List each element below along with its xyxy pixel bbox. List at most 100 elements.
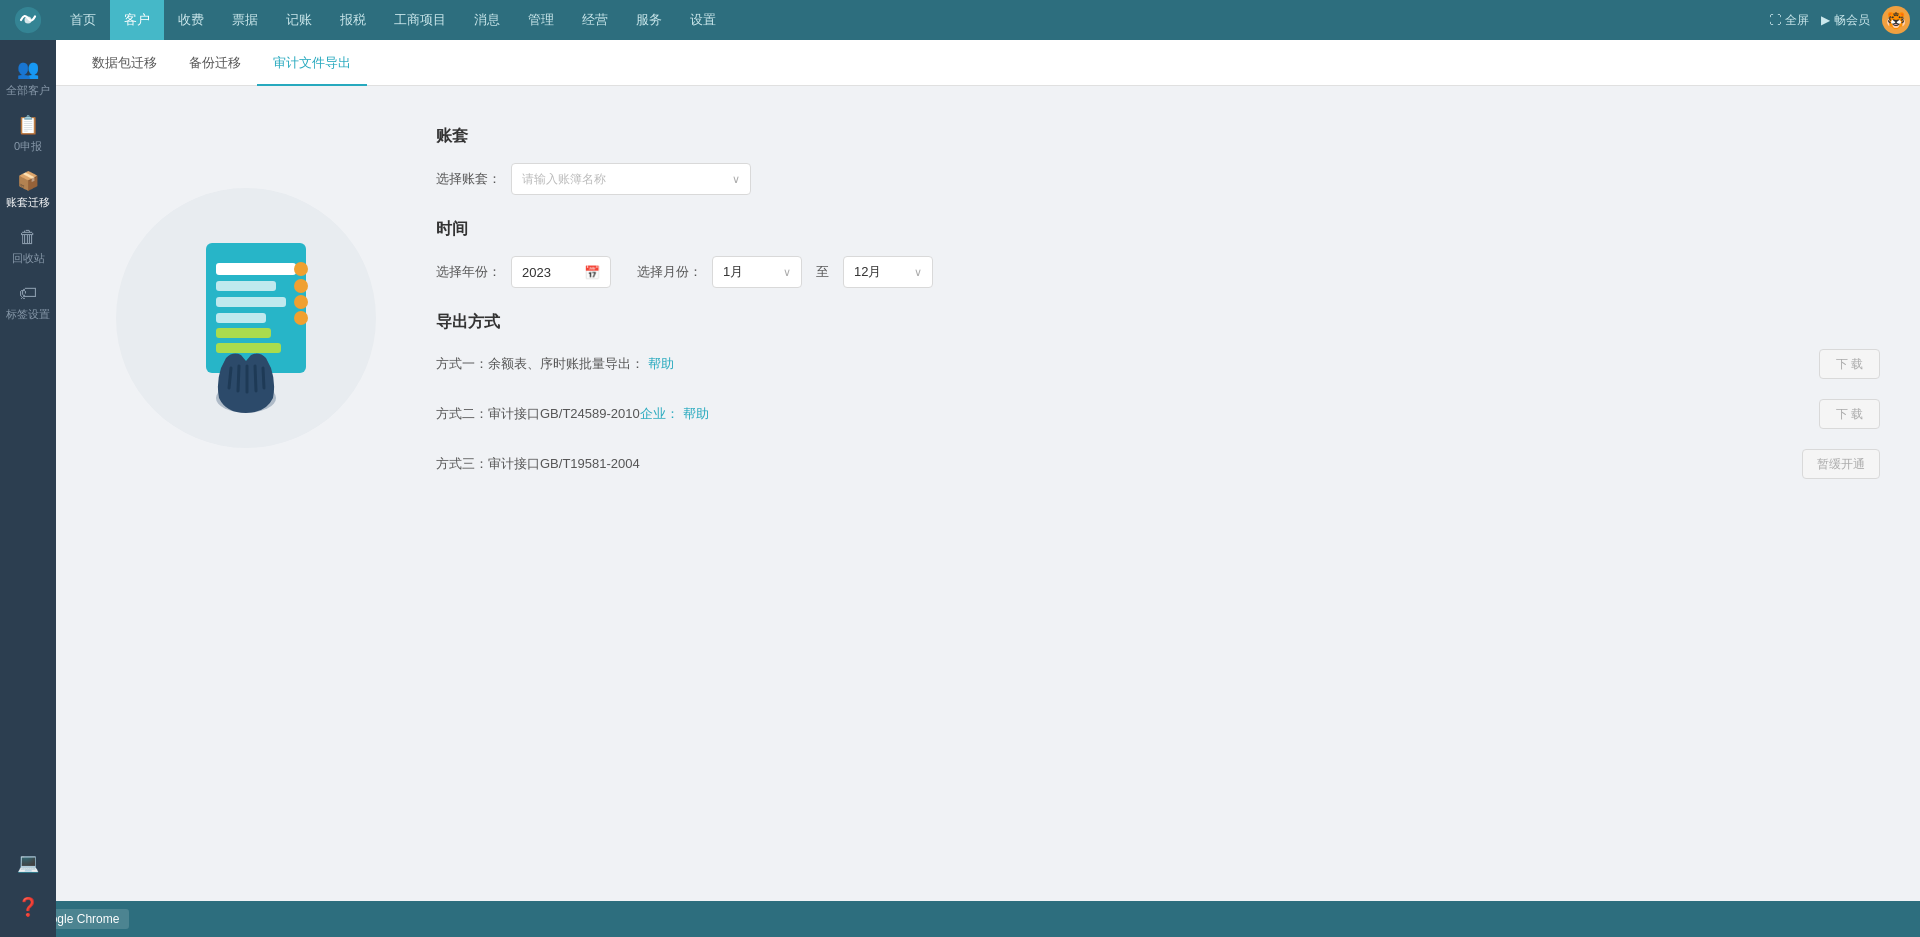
method-3-open-button[interactable]: 暂缓开通 xyxy=(1802,449,1880,479)
nav-billing[interactable]: 收费 xyxy=(164,0,218,40)
fullscreen-button[interactable]: ⛶ 全屏 xyxy=(1769,12,1809,29)
sidebar-label-recycle: 回收站 xyxy=(12,251,45,266)
sidebar-help-icon[interactable]: ❓ xyxy=(0,887,56,927)
year-input[interactable]: 2023 📅 xyxy=(511,256,611,288)
fullscreen-label: 全屏 xyxy=(1785,12,1809,29)
sidebar-bottom: 💻 ❓ xyxy=(0,843,56,937)
nav-settings[interactable]: 设置 xyxy=(676,0,730,40)
year-value: 2023 xyxy=(522,265,551,280)
nav-business[interactable]: 工商项目 xyxy=(380,0,460,40)
method-1-text: 方式一：余额表、序时账批量导出： xyxy=(436,356,644,371)
nav-bookkeeping[interactable]: 记账 xyxy=(272,0,326,40)
account-row: 选择账套： 请输入账簿名称 ∨ xyxy=(436,163,1880,195)
sidebar-label-customers: 全部客户 xyxy=(6,83,50,98)
method-2-download-button[interactable]: 下 载 xyxy=(1819,399,1880,429)
svg-rect-4 xyxy=(216,281,276,291)
fullscreen-icon: ⛶ xyxy=(1769,13,1781,27)
month-end-value: 12月 xyxy=(854,263,881,281)
time-section-title: 时间 xyxy=(436,219,1880,240)
sidebar-item-all-customers[interactable]: 👥 全部客户 xyxy=(0,50,56,106)
recycle-icon: 🗑 xyxy=(19,227,37,248)
nav-services[interactable]: 服务 xyxy=(622,0,676,40)
nav-right-section: ⛶ 全屏 ▶ 畅会员 🐯 xyxy=(1769,6,1910,34)
svg-rect-11 xyxy=(216,328,271,338)
illustration-circle xyxy=(116,188,376,448)
nav-messages[interactable]: 消息 xyxy=(460,0,514,40)
method-1-download-button[interactable]: 下 载 xyxy=(1819,349,1880,379)
year-label: 选择年份： xyxy=(436,263,501,281)
svg-rect-3 xyxy=(216,263,296,275)
account-label: 选择账套： xyxy=(436,170,501,188)
sidebar-item-account-migration[interactable]: 📦 账套迁移 xyxy=(0,162,56,218)
page-content: 账套 选择账套： 请输入账簿名称 ∨ 时间 选择年份： 2023 📅 选择月份：… xyxy=(56,86,1920,529)
sidebar-label-migration: 账套迁移 xyxy=(6,195,50,210)
customers-icon: 👥 xyxy=(17,58,39,80)
nav-invoices[interactable]: 票据 xyxy=(218,0,272,40)
month-start-select[interactable]: 1月 ∨ xyxy=(712,256,802,288)
calendar-icon: 📅 xyxy=(584,265,600,280)
export-method-2: 方式二：审计接口GB/T24589-2010企业： 帮助 下 载 xyxy=(436,399,1880,429)
export-section-title: 导出方式 xyxy=(436,312,1880,333)
to-label: 至 xyxy=(812,263,833,281)
illustration-svg xyxy=(151,213,341,423)
illustration-area xyxy=(96,116,396,499)
sidebar-label-tags: 标签设置 xyxy=(6,307,50,322)
nav-tax[interactable]: 报税 xyxy=(326,0,380,40)
nav-customers[interactable]: 客户 xyxy=(110,0,164,40)
method-1-help[interactable]: 帮助 xyxy=(648,356,674,371)
method-2-company[interactable]: 企业： xyxy=(640,406,679,421)
app-logo[interactable] xyxy=(10,2,46,38)
nav-operations[interactable]: 经营 xyxy=(568,0,622,40)
account-section-title: 账套 xyxy=(436,126,1880,147)
nav-menu: 首页 客户 收费 票据 记账 报税 工商项目 消息 管理 经营 服务 设置 xyxy=(56,0,1769,40)
svg-rect-5 xyxy=(216,297,286,307)
svg-rect-2 xyxy=(206,243,306,373)
svg-point-1 xyxy=(25,17,32,24)
tabs-bar: 数据包迁移 备份迁移 审计文件导出 xyxy=(56,40,1920,86)
month-end-select[interactable]: 12月 ∨ xyxy=(843,256,933,288)
sidebar-item-zero-declaration[interactable]: 📋 0申报 xyxy=(0,106,56,162)
sidebar-computer-icon[interactable]: 💻 xyxy=(0,843,56,883)
main-content: 数据包迁移 备份迁移 审计文件导出 xyxy=(56,40,1920,937)
account-dropdown-icon: ∨ xyxy=(732,173,740,186)
member-button[interactable]: ▶ 畅会员 xyxy=(1821,12,1870,29)
migration-icon: 📦 xyxy=(17,170,39,192)
svg-point-8 xyxy=(294,279,308,293)
method-2-help[interactable]: 帮助 xyxy=(683,406,709,421)
time-row: 选择年份： 2023 📅 选择月份： 1月 ∨ 至 12月 ∨ xyxy=(436,256,1880,288)
export-method-1: 方式一：余额表、序时账批量导出： 帮助 下 载 xyxy=(436,349,1880,379)
tab-audit-export[interactable]: 审计文件导出 xyxy=(257,42,367,86)
taskbar: 47 Google Chrome xyxy=(0,901,1920,937)
sidebar-label-declaration: 0申报 xyxy=(14,139,42,154)
month-start-value: 1月 xyxy=(723,263,743,281)
svg-point-9 xyxy=(294,295,308,309)
svg-rect-6 xyxy=(216,313,266,323)
method-2-label: 方式二：审计接口GB/T24589-2010企业： 帮助 xyxy=(436,405,1819,423)
method-1-label: 方式一：余额表、序时账批量导出： 帮助 xyxy=(436,355,1819,373)
declaration-icon: 📋 xyxy=(17,114,39,136)
export-method-3: 方式三：审计接口GB/T19581-2004 暂缓开通 xyxy=(436,449,1880,479)
svg-point-7 xyxy=(294,262,308,276)
sidebar-item-tag-settings[interactable]: 🏷 标签设置 xyxy=(0,274,56,330)
tab-data-migration[interactable]: 数据包迁移 xyxy=(76,42,173,86)
svg-point-10 xyxy=(294,311,308,325)
month-label: 选择月份： xyxy=(637,263,702,281)
play-icon: ▶ xyxy=(1821,13,1830,27)
svg-rect-12 xyxy=(216,343,281,353)
method-2-text: 方式二：审计接口GB/T24589-2010 xyxy=(436,406,640,421)
member-label: 畅会员 xyxy=(1834,12,1870,29)
tab-backup-migration[interactable]: 备份迁移 xyxy=(173,42,257,86)
month-end-dropdown-icon: ∨ xyxy=(914,266,922,279)
account-select[interactable]: 请输入账簿名称 ∨ xyxy=(511,163,751,195)
month-start-dropdown-icon: ∨ xyxy=(783,266,791,279)
top-navigation: 首页 客户 收费 票据 记账 报税 工商项目 消息 管理 经营 服务 设置 ⛶ … xyxy=(0,0,1920,40)
sidebar-item-recycle[interactable]: 🗑 回收站 xyxy=(0,218,56,274)
form-area: 账套 选择账套： 请输入账簿名称 ∨ 时间 选择年份： 2023 📅 选择月份：… xyxy=(436,116,1880,499)
left-sidebar: 👥 全部客户 📋 0申报 📦 账套迁移 🗑 回收站 🏷 标签设置 💻 ❓ xyxy=(0,40,56,937)
method-3-label: 方式三：审计接口GB/T19581-2004 xyxy=(436,455,1802,473)
tag-icon: 🏷 xyxy=(19,283,37,304)
nav-home[interactable]: 首页 xyxy=(56,0,110,40)
nav-management[interactable]: 管理 xyxy=(514,0,568,40)
account-placeholder: 请输入账簿名称 xyxy=(522,171,606,188)
user-avatar[interactable]: 🐯 xyxy=(1882,6,1910,34)
